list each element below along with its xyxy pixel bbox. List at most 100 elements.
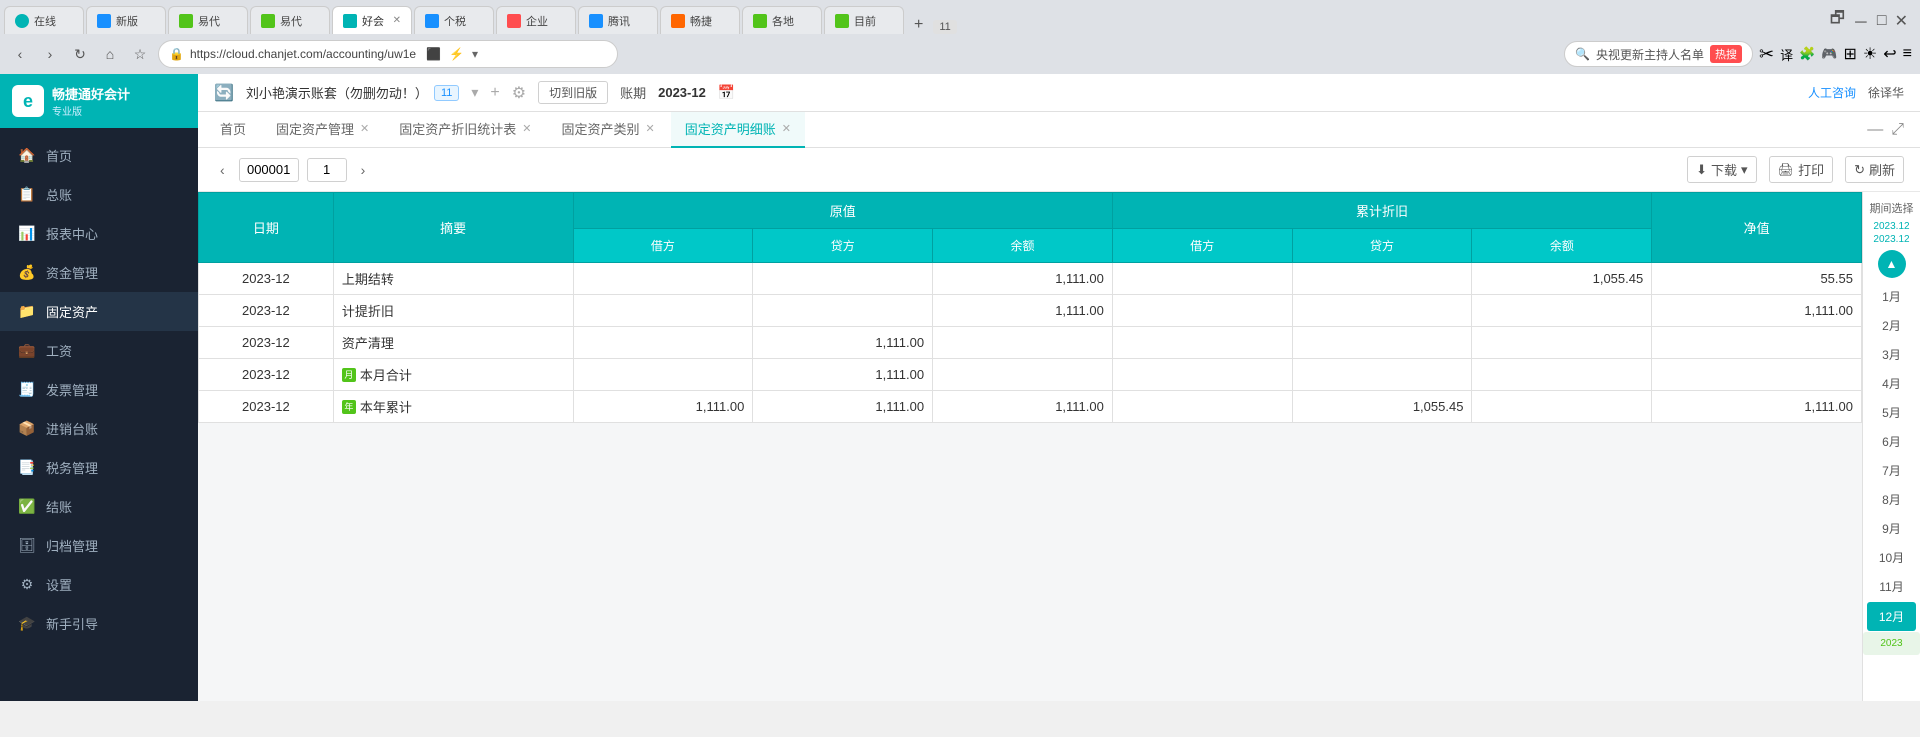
row-acc-balance: 1,055.45 xyxy=(1472,263,1652,295)
row-orig-credit xyxy=(753,295,933,327)
sidebar-item-invoice[interactable]: 🧾 发票管理 xyxy=(0,370,198,409)
download-btn[interactable]: ⬇ 下载 ▾ xyxy=(1687,156,1756,183)
browser-tab-qy[interactable]: 企业 xyxy=(496,6,576,34)
sidebar-item-ledger[interactable]: 📋 总账 xyxy=(0,175,198,214)
logo-small-icon: 🔄 xyxy=(214,83,234,103)
browser-tab-mq[interactable]: 目前 xyxy=(824,6,904,34)
scroll-up-btn[interactable]: ▲ xyxy=(1878,250,1906,278)
switch-version-btn[interactable]: 切到旧版 xyxy=(538,81,608,104)
period-month-1[interactable]: 1月 xyxy=(1863,282,1920,311)
period-month-4[interactable]: 4月 xyxy=(1863,369,1920,398)
funds-icon: 💰 xyxy=(18,264,36,282)
period-month-9[interactable]: 9月 xyxy=(1863,514,1920,543)
tab-depreciation-stats[interactable]: 固定资产折旧统计表 ✕ xyxy=(385,112,545,148)
user-btn[interactable]: 徐译华 xyxy=(1868,84,1904,101)
refresh-btn[interactable]: ↻ 刷新 xyxy=(1845,156,1904,183)
sidebar-item-home[interactable]: 🏠 首页 xyxy=(0,136,198,175)
dropdown-account-icon[interactable]: ▾ xyxy=(471,84,478,101)
browser-tab-new[interactable]: 新版 xyxy=(86,6,166,34)
print-btn[interactable]: 🖨 打印 xyxy=(1769,156,1834,183)
browser-tab-gs[interactable]: 个税 xyxy=(414,6,494,34)
back-btn[interactable]: ‹ xyxy=(8,42,32,66)
row-orig-credit: 1,111.00 xyxy=(753,327,933,359)
history-btn[interactable]: ↩ xyxy=(1883,44,1896,64)
browser-tab-online[interactable]: 在线 xyxy=(4,6,84,34)
browser-tab-gd[interactable]: 各地 xyxy=(742,6,822,34)
tab-label: 在线 xyxy=(34,13,73,29)
minimize-btn[interactable]: － xyxy=(1853,9,1869,33)
expand-panel-icon[interactable]: ⤢ xyxy=(1891,121,1904,139)
sidebar-item-settings[interactable]: ⚙ 设置 xyxy=(0,565,198,604)
sidebar-item-settle[interactable]: ✅ 结账 xyxy=(0,487,198,526)
period-month-6[interactable]: 6月 xyxy=(1863,427,1920,456)
game-btn[interactable]: 🎮 xyxy=(1821,46,1837,62)
period-month-12[interactable]: 12月 xyxy=(1867,602,1916,631)
browser-tab-tx[interactable]: 腾讯 xyxy=(578,6,658,34)
sidebar-item-payroll[interactable]: 💼 工资 xyxy=(0,331,198,370)
grid-icon[interactable]: ⊞ xyxy=(1844,44,1857,64)
calendar-icon[interactable]: 📅 xyxy=(718,84,735,101)
browser-tab-yd1[interactable]: 易代 xyxy=(168,6,248,34)
period-title: 期间选择 xyxy=(1868,196,1916,220)
dropdown-icon[interactable]: ▾ xyxy=(472,47,478,61)
page-num-input[interactable] xyxy=(307,158,347,182)
tab-label: 易代 xyxy=(280,13,319,29)
browser-tab-hj[interactable]: 好会 ✕ xyxy=(332,6,412,34)
period-month-11[interactable]: 11月 xyxy=(1863,572,1920,601)
tab-detail-account[interactable]: 固定资产明细账 ✕ xyxy=(671,112,805,148)
sidebar-item-tax[interactable]: 📑 税务管理 xyxy=(0,448,198,487)
ledger-table: 日期 摘要 原值 累计折旧 净值 借方 贷方 余额 借方 贷方 余额 xyxy=(198,192,1862,423)
tab-close-icon[interactable]: ✕ xyxy=(782,122,791,135)
period-month-5[interactable]: 5月 xyxy=(1863,398,1920,427)
row-date: 2023-12 xyxy=(199,327,334,359)
search-box[interactable]: 🔍 央视更新主持人名单 热搜 xyxy=(1564,41,1753,67)
translate-btn[interactable]: 译 xyxy=(1780,45,1793,64)
tab-home[interactable]: 首页 xyxy=(206,112,260,148)
period-month-10[interactable]: 10月 xyxy=(1863,543,1920,572)
sidebar-item-funds[interactable]: 💰 资金管理 xyxy=(0,253,198,292)
period-month-7[interactable]: 7月 xyxy=(1863,456,1920,485)
tab-close-icon[interactable]: ✕ xyxy=(646,122,655,135)
prev-page-btn[interactable]: ‹ xyxy=(214,160,231,180)
sidebar-item-reports[interactable]: 📊 报表中心 xyxy=(0,214,198,253)
settings-gear-icon[interactable]: ⚙ xyxy=(512,83,526,103)
period-month-3[interactable]: 3月 xyxy=(1863,340,1920,369)
sidebar-item-archive[interactable]: 🗄 归档管理 xyxy=(0,526,198,565)
secure-icon: 🔒 xyxy=(169,47,184,61)
tab-close-icon[interactable]: ✕ xyxy=(393,15,401,26)
close-window-btn[interactable]: ✕ xyxy=(1895,11,1908,31)
forward-btn[interactable]: › xyxy=(38,42,62,66)
extension-btn[interactable]: 🧩 xyxy=(1799,46,1815,62)
browser-tab-cj[interactable]: 畅捷 xyxy=(660,6,740,34)
service-btn[interactable]: 人工咨询 xyxy=(1808,84,1856,101)
minimize-panel-icon[interactable]: — xyxy=(1867,121,1883,139)
th-acc-credit: 贷方 xyxy=(1292,229,1472,263)
menu-btn[interactable]: ≡ xyxy=(1903,45,1912,63)
restore-window-btn[interactable]: 🗗 xyxy=(1830,7,1845,34)
new-tab-btn[interactable]: + xyxy=(906,16,931,34)
period-month-2[interactable]: 2月 xyxy=(1863,311,1920,340)
th-orig-balance: 余额 xyxy=(933,229,1113,263)
browser-tab-yd2[interactable]: 易代 xyxy=(250,6,330,34)
next-page-btn[interactable]: › xyxy=(355,160,372,180)
bookmark-btn[interactable]: ☆ xyxy=(128,42,152,66)
page-code-input[interactable] xyxy=(239,158,299,182)
sidebar-item-stock[interactable]: 📦 进销台账 xyxy=(0,409,198,448)
tab-icon xyxy=(97,14,111,28)
tab-category[interactable]: 固定资产类别 ✕ xyxy=(547,112,668,148)
yearly-icon: 年 xyxy=(342,400,356,414)
add-account-icon[interactable]: + xyxy=(490,84,499,102)
scissors-icon[interactable]: ✂ xyxy=(1759,44,1774,65)
tab-close-icon[interactable]: ✕ xyxy=(360,122,369,135)
sidebar-item-fixed-assets[interactable]: 📁 固定资产 xyxy=(0,292,198,331)
tab-close-icon[interactable]: ✕ xyxy=(522,122,531,135)
home-btn[interactable]: ⌂ xyxy=(98,42,122,66)
sun-icon[interactable]: ☀ xyxy=(1863,44,1877,64)
tab-fixed-assets-mgmt[interactable]: 固定资产管理 ✕ xyxy=(262,112,383,148)
period-month-8[interactable]: 8月 xyxy=(1863,485,1920,514)
row-acc-debit xyxy=(1112,327,1292,359)
sidebar-item-guide[interactable]: 🎓 新手引导 xyxy=(0,604,198,643)
reload-btn[interactable]: ↻ xyxy=(68,42,92,66)
maximize-btn[interactable]: □ xyxy=(1877,12,1887,30)
address-bar[interactable]: 🔒 https://cloud.chanjet.com/accounting/u… xyxy=(158,40,618,68)
